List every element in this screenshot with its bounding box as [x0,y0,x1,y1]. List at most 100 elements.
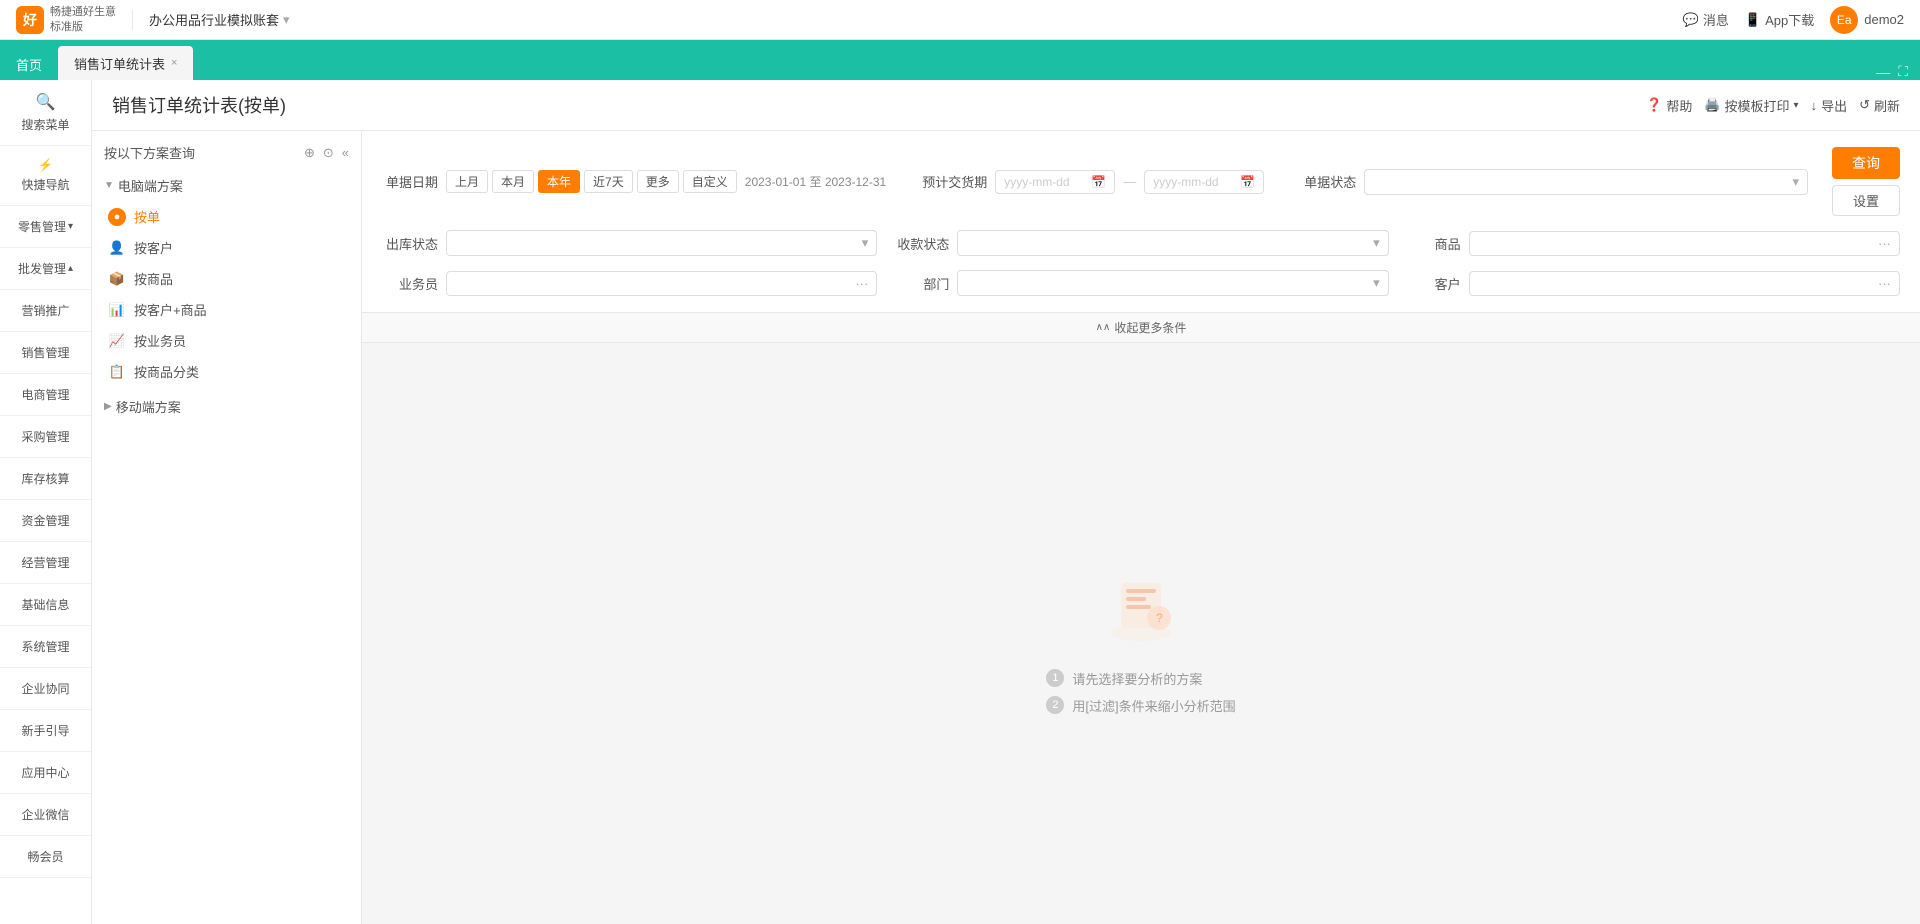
sidebar-enterprise-label: 企业协同 [21,680,69,697]
customer-dots-icon[interactable]: ··· [1878,276,1891,291]
tree-item-by-goods[interactable]: 📦 按商品 [92,263,361,294]
collapse-bar[interactable]: ∧∧ 收起更多条件 [362,313,1920,343]
export-button[interactable]: ↓ 导出 [1811,96,1848,115]
collapse-panel-icon[interactable]: « [342,145,349,161]
tree-item-goods-label: 按商品 [134,269,173,288]
status-label: 单据状态 [1300,172,1356,191]
message-button[interactable]: 💬 消息 [1683,10,1729,29]
window-minimize-icon[interactable]: — [1876,64,1890,80]
tree-item-cust-goods-label: 按客户+商品 [134,300,207,319]
sidebar-wholesale-label: 批发管理 [18,260,66,277]
svg-text:?: ? [1156,611,1163,625]
sidebar-marketing[interactable]: 营销推广 [0,290,91,332]
main-layout: 🔍 搜索菜单 ⚡ 快捷导航 零售管理 ▾ 批发管理 ▴ 营销推广 销售管理 电商… [0,80,1920,924]
sidebar-enterprise[interactable]: 企业协同 [0,668,91,710]
tab-home[interactable]: 首页 [0,48,58,80]
receipt-dropdown-icon: ▾ [1373,235,1380,251]
status-dropdown-icon: ▾ [1792,174,1799,190]
dept-select[interactable]: ▾ [957,270,1388,296]
more-btn[interactable]: 更多 [637,170,679,193]
tree-parent-pc[interactable]: ▼ 电脑端方案 [92,170,361,201]
sidebar-corpwechat[interactable]: 企业微信 [0,794,91,836]
sidebar-purchase[interactable]: 采购管理 [0,416,91,458]
sidebar-shortcuts[interactable]: ⚡ 快捷导航 [0,146,91,206]
tree-item-by-salesman[interactable]: 📈 按业务员 [92,325,361,356]
this-month-btn[interactable]: 本月 [492,170,534,193]
tree-parent-mobile[interactable]: ▶ 移动端方案 [92,391,361,422]
top-bar-right: 💬 消息 📱 App下载 Ea demo2 [1683,6,1904,34]
goods-label: 商品 [1405,234,1461,253]
tab-close-button[interactable]: × [171,57,177,69]
sidebar-appcenter-label: 应用中心 [21,764,69,781]
sidebar-operations-label: 经营管理 [21,554,69,571]
salesman-dots-icon[interactable]: ··· [855,276,868,291]
date-label: 单据日期 [382,172,438,191]
tree-item-by-customer[interactable]: 👤 按客户 [92,232,361,263]
settings-button[interactable]: 设置 [1832,185,1900,216]
download-icon: 📱 [1745,12,1761,28]
customer-label: 客户 [1405,274,1461,293]
salesman-scheme-icon: 📈 [108,332,126,350]
sidebar-inventory[interactable]: 库存核算 [0,458,91,500]
app-download-button[interactable]: 📱 App下载 [1745,10,1814,29]
receipt-status-group: 收款状态 ▾ [893,230,1388,256]
receipt-status-select[interactable]: ▾ [957,230,1388,256]
add-scheme-icon[interactable]: ⊕ [304,145,315,161]
sidebar-ecommerce[interactable]: 电商管理 [0,374,91,416]
sidebar-operations[interactable]: 经营管理 [0,542,91,584]
sidebar-shortcuts-label: 快捷导航 [21,176,69,193]
tab-sales-order[interactable]: 销售订单统计表 × [58,46,193,80]
status-select[interactable]: ▾ [1364,169,1808,195]
logo-text: 畅捷通好生意 标准版 [50,5,116,34]
sidebar-vip[interactable]: 畅会员 [0,836,91,878]
goods-dots-icon[interactable]: ··· [1878,236,1891,251]
sidebar-wholesale[interactable]: 批发管理 ▴ [0,248,91,290]
customer-select[interactable]: ··· [1469,271,1900,296]
active-scheme-icon: ● [108,208,126,226]
tree-item-by-category[interactable]: 📋 按商品分类 [92,356,361,387]
sidebar-newuser[interactable]: 新手引导 [0,710,91,752]
tab-bar: 首页 销售订单统计表 × — ⛶ [0,40,1920,80]
sidebar-basic-label: 基础信息 [21,596,69,613]
out-status-select[interactable]: ▾ [446,230,877,256]
date-filter-group: 单据日期 上月 本月 本年 近7天 更多 自定义 2023-01-01 至 20… [382,170,886,193]
tree-item-by-cust-goods[interactable]: 📊 按客户+商品 [92,294,361,325]
content-area: 销售订单统计表(按单) ❓ 帮助 🖨️ 按模板打印 ▾ ↓ 导出 ↺ 刷新 [92,80,1920,924]
body-layout: 按以下方案查询 ⊕ ⊙ « ▼ 电脑端方案 ● 按单 👤 [92,131,1920,924]
panel-header: 按以下方案查询 ⊕ ⊙ « [92,143,361,170]
date-quick-buttons: 上月 本月 本年 近7天 更多 自定义 [446,170,737,193]
edit-scheme-icon[interactable]: ⊙ [323,145,334,161]
dropdown-icon[interactable]: ▾ [283,12,290,28]
custom-btn[interactable]: 自定义 [683,170,737,193]
top-bar-left: 好 畅捷通好生意 标准版 办公用品行业模拟账套 ▾ [16,5,290,34]
last-month-btn[interactable]: 上月 [446,170,488,193]
window-maximize-icon[interactable]: ⛶ [1898,63,1908,80]
dept-dropdown-icon: ▾ [1373,275,1380,291]
sidebar-retail[interactable]: 零售管理 ▾ [0,206,91,248]
sidebar-search[interactable]: 🔍 搜索菜单 [0,80,91,146]
refresh-button[interactable]: ↺ 刷新 [1859,96,1900,115]
salesman-select[interactable]: ··· [446,271,877,296]
sidebar-appcenter[interactable]: 应用中心 [0,752,91,794]
sidebar-ecommerce-label: 电商管理 [21,386,69,403]
last7-btn[interactable]: 近7天 [584,170,633,193]
user-area[interactable]: Ea demo2 [1830,6,1904,34]
logo-icon: 好 [16,6,44,34]
panel-title: 按以下方案查询 [104,143,195,162]
help-button[interactable]: ❓ 帮助 [1646,96,1692,115]
page-header: 销售订单统计表(按单) ❓ 帮助 🖨️ 按模板打印 ▾ ↓ 导出 ↺ 刷新 [92,80,1920,131]
this-year-btn[interactable]: 本年 [538,170,580,193]
tree-item-by-order[interactable]: ● 按单 [92,201,361,232]
expected-date-from[interactable]: yyyy-mm-dd 📅 [995,170,1115,194]
goods-select[interactable]: ··· [1469,231,1900,256]
sidebar-basic[interactable]: 基础信息 [0,584,91,626]
app-title[interactable]: 办公用品行业模拟账套 ▾ [149,10,290,29]
salesman-label: 业务员 [382,274,438,293]
sidebar-system[interactable]: 系统管理 [0,626,91,668]
sidebar-finance[interactable]: 资金管理 [0,500,91,542]
sidebar-sales[interactable]: 销售管理 [0,332,91,374]
query-button[interactable]: 查询 [1832,147,1900,179]
expected-date-to[interactable]: yyyy-mm-dd 📅 [1144,170,1264,194]
avatar: Ea [1830,6,1858,34]
print-button[interactable]: 🖨️ 按模板打印 ▾ [1704,96,1798,115]
